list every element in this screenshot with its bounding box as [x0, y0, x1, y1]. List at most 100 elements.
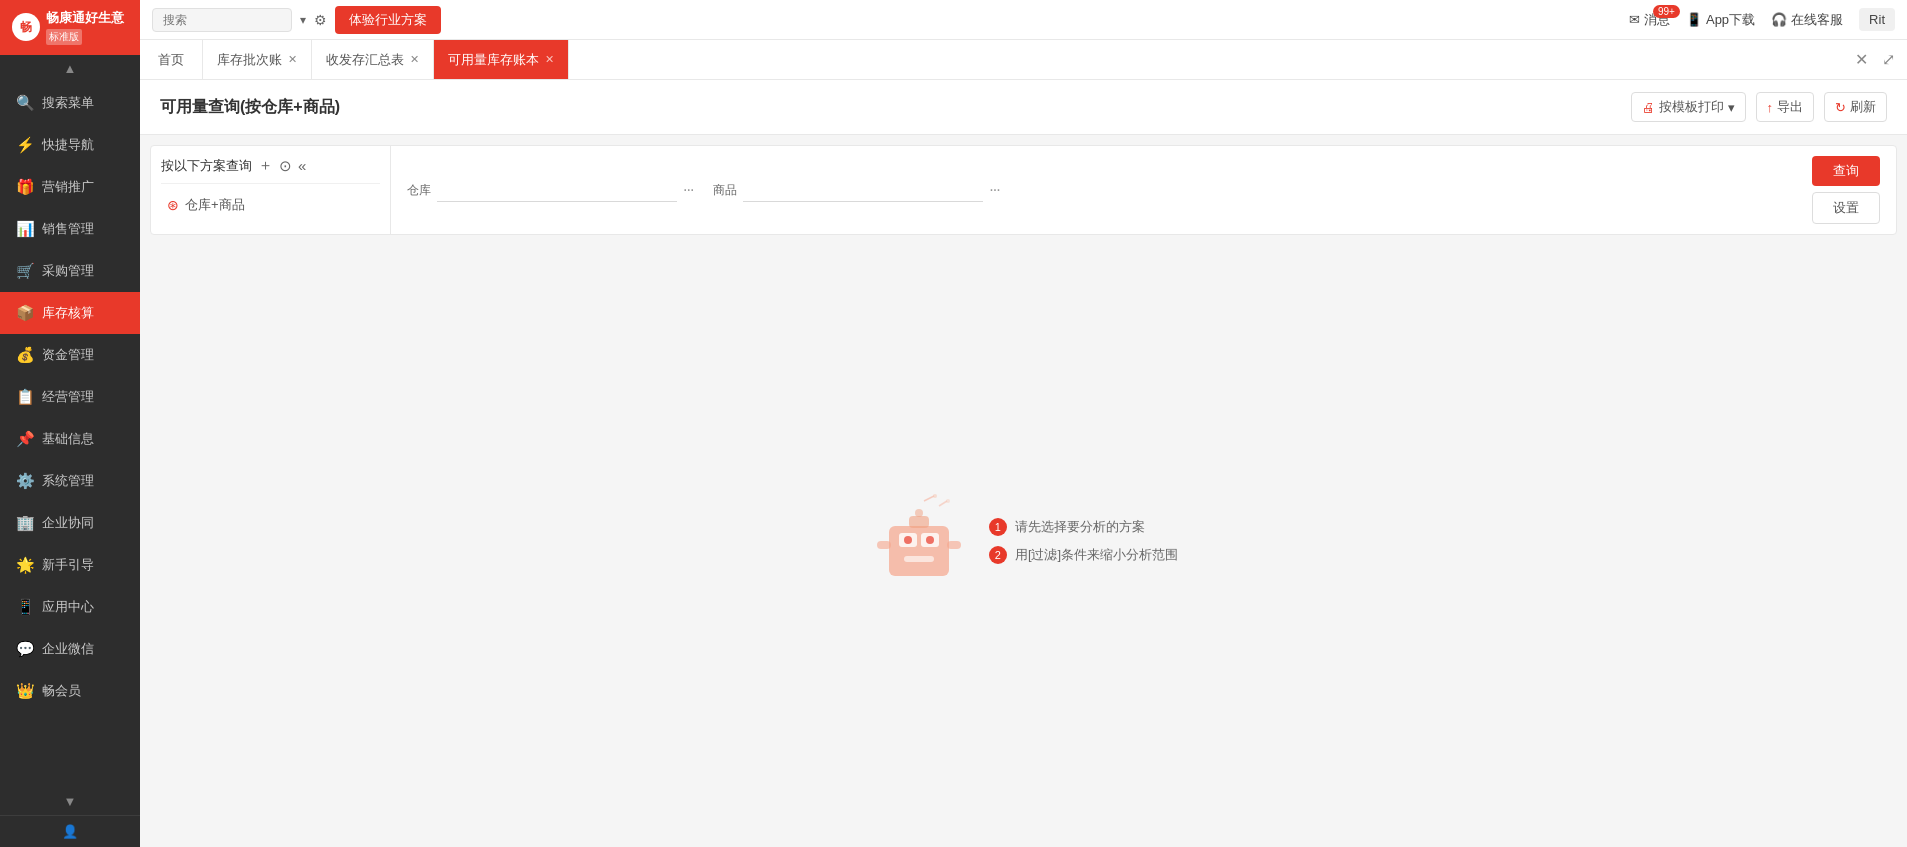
export-button[interactable]: ↑ 导出: [1756, 92, 1815, 122]
message-button[interactable]: ✉ 消息 99+: [1629, 11, 1670, 29]
scheme-warehouse-icon: ⊛: [167, 197, 179, 213]
sidebar-item-app-center[interactable]: 📱 应用中心: [0, 586, 140, 628]
tab-close-all-button[interactable]: ✕: [1851, 46, 1872, 73]
filter-action-buttons: 查询 设置: [1812, 156, 1880, 224]
tab-home[interactable]: 首页: [140, 40, 203, 79]
sidebar-item-sales[interactable]: 📊 销售管理: [0, 208, 140, 250]
tab-close-batch-icon[interactable]: ✕: [288, 53, 297, 66]
hint-text-1: 请先选择要分析的方案: [1015, 518, 1145, 536]
enterprise-icon: 🏢: [16, 514, 34, 532]
app-center-icon: 📱: [16, 598, 34, 616]
svg-rect-8: [877, 541, 891, 549]
service-label: 在线客服: [1791, 11, 1843, 29]
sidebar-item-label: 搜索菜单: [42, 94, 94, 112]
sidebar-item-wechat[interactable]: 💬 企业微信: [0, 628, 140, 670]
svg-line-11: [939, 501, 947, 506]
topbar-right: ✉ 消息 99+ 📱 App下载 🎧 在线客服 Rit: [1629, 8, 1895, 31]
filter-setting-scheme-button[interactable]: ⊙: [279, 157, 292, 175]
print-icon: 🖨: [1642, 100, 1655, 115]
member-icon: 👑: [16, 682, 34, 700]
export-icon: ↑: [1767, 100, 1774, 115]
tab-expand-button[interactable]: ⤢: [1878, 46, 1899, 73]
refresh-button[interactable]: ↻ 刷新: [1824, 92, 1887, 122]
tabs-bar: 首页 库存批次账 ✕ 收发存汇总表 ✕ 可用量库存账本 ✕ ✕ ⤢: [140, 40, 1907, 80]
warehouse-label: 仓库: [407, 182, 431, 199]
goods-more-icon[interactable]: ···: [989, 181, 999, 199]
refresh-label: 刷新: [1850, 98, 1876, 116]
user-profile-button[interactable]: Rit: [1859, 8, 1895, 31]
tab-deposit-summary[interactable]: 收发存汇总表 ✕: [312, 40, 434, 79]
svg-rect-6: [909, 516, 929, 528]
export-label: 导出: [1777, 98, 1803, 116]
user-name: Rit: [1869, 12, 1885, 27]
settings-button[interactable]: 设置: [1812, 192, 1880, 224]
sidebar-item-label: 基础信息: [42, 430, 94, 448]
print-template-button[interactable]: 🖨 按模板打印 ▾: [1631, 92, 1746, 122]
warehouse-input[interactable]: [437, 178, 677, 202]
sidebar-item-label: 新手引导: [42, 556, 94, 574]
hint-num-1: 1: [989, 518, 1007, 536]
filter-collapse-button[interactable]: «: [298, 157, 306, 174]
sidebar-item-operation[interactable]: 📋 经营管理: [0, 376, 140, 418]
main-area: ▾ ⚙ 体验行业方案 ✉ 消息 99+ 📱 App下载 🎧 在线客服 Rit: [140, 0, 1907, 847]
dropdown-arrow-icon[interactable]: ▾: [300, 13, 306, 27]
page-title: 可用量查询(按仓库+商品): [160, 97, 340, 118]
search-input[interactable]: [152, 8, 292, 32]
online-service-button[interactable]: 🎧 在线客服: [1771, 11, 1843, 29]
tab-available-label: 可用量库存账本: [448, 51, 539, 69]
tab-batch-label: 库存批次账: [217, 51, 282, 69]
content-area: 可用量查询(按仓库+商品) 🖨 按模板打印 ▾ ↑ 导出 ↻ 刷新: [140, 80, 1907, 847]
warehouse-more-icon[interactable]: ···: [683, 181, 693, 199]
tab-deposit-label: 收发存汇总表: [326, 51, 404, 69]
goods-input[interactable]: [743, 178, 983, 202]
filter-panel: 按以下方案查询 ＋ ⊙ « ⊛ 仓库+商品 仓库 ···: [150, 145, 1897, 235]
sidebar-item-label: 快捷导航: [42, 136, 94, 154]
tab-available-ledger[interactable]: 可用量库存账本 ✕: [434, 40, 569, 79]
filter-add-scheme-button[interactable]: ＋: [258, 156, 273, 175]
sidebar-item-member[interactable]: 👑 畅会员: [0, 670, 140, 712]
logo-name: 畅康通好生意: [46, 10, 124, 27]
sidebar-item-label: 系统管理: [42, 472, 94, 490]
logo-text-block: 畅康通好生意 标准版: [46, 10, 124, 45]
sidebar-bottom[interactable]: 👤: [0, 815, 140, 847]
sidebar-item-inventory[interactable]: 📦 库存核算: [0, 292, 140, 334]
sidebar-item-enterprise[interactable]: 🏢 企业协同: [0, 502, 140, 544]
sidebar-item-finance[interactable]: 💰 资金管理: [0, 334, 140, 376]
sidebar-item-basic[interactable]: 📌 基础信息: [0, 418, 140, 460]
sidebar-item-system[interactable]: ⚙️ 系统管理: [0, 460, 140, 502]
app-label: App下载: [1706, 11, 1755, 29]
sales-icon: 📊: [16, 220, 34, 238]
filter-scheme-header: 按以下方案查询 ＋ ⊙ «: [161, 156, 380, 184]
system-icon: ⚙️: [16, 472, 34, 490]
sidebar-item-label: 应用中心: [42, 598, 94, 616]
filter-warehouse-field: 仓库 ···: [407, 178, 693, 202]
sidebar-scroll-down[interactable]: ▼: [0, 788, 140, 815]
app-download-button[interactable]: 📱 App下载: [1686, 11, 1755, 29]
tab-close-available-icon[interactable]: ✕: [545, 53, 554, 66]
sidebar-item-purchase[interactable]: 🛒 采购管理: [0, 250, 140, 292]
version-badge: 标准版: [46, 29, 82, 45]
trial-button[interactable]: 体验行业方案: [335, 6, 441, 34]
svg-rect-5: [904, 556, 934, 562]
sidebar-scroll-up[interactable]: ▲: [0, 55, 140, 82]
filter-scheme-item-warehouse[interactable]: ⊛ 仓库+商品: [161, 188, 380, 222]
tab-home-label: 首页: [158, 51, 184, 69]
sidebar-item-marketing[interactable]: 🎁 营销推广: [0, 166, 140, 208]
gear-icon[interactable]: ⚙: [314, 12, 327, 28]
marketing-icon: 🎁: [16, 178, 34, 196]
sidebar-item-newbie[interactable]: 🌟 新手引导: [0, 544, 140, 586]
sidebar-item-quick-nav[interactable]: ⚡ 快捷导航: [0, 124, 140, 166]
filter-scheme-panel: 按以下方案查询 ＋ ⊙ « ⊛ 仓库+商品: [151, 146, 391, 234]
tab-close-deposit-icon[interactable]: ✕: [410, 53, 419, 66]
goods-label: 商品: [713, 182, 737, 199]
print-dropdown-icon: ▾: [1728, 100, 1735, 115]
wechat-icon: 💬: [16, 640, 34, 658]
sidebar-menu: 🔍 搜索菜单 ⚡ 快捷导航 🎁 营销推广 📊 销售管理 🛒 采购管理 📦 库存核…: [0, 82, 140, 788]
query-button[interactable]: 查询: [1812, 156, 1880, 186]
page-header: 可用量查询(按仓库+商品) 🖨 按模板打印 ▾ ↑ 导出 ↻ 刷新: [140, 80, 1907, 135]
tab-batch-account[interactable]: 库存批次账 ✕: [203, 40, 312, 79]
sidebar-item-search[interactable]: 🔍 搜索菜单: [0, 82, 140, 124]
message-icon: ✉: [1629, 12, 1640, 27]
sidebar-item-label: 库存核算: [42, 304, 94, 322]
sidebar-item-label: 畅会员: [42, 682, 81, 700]
